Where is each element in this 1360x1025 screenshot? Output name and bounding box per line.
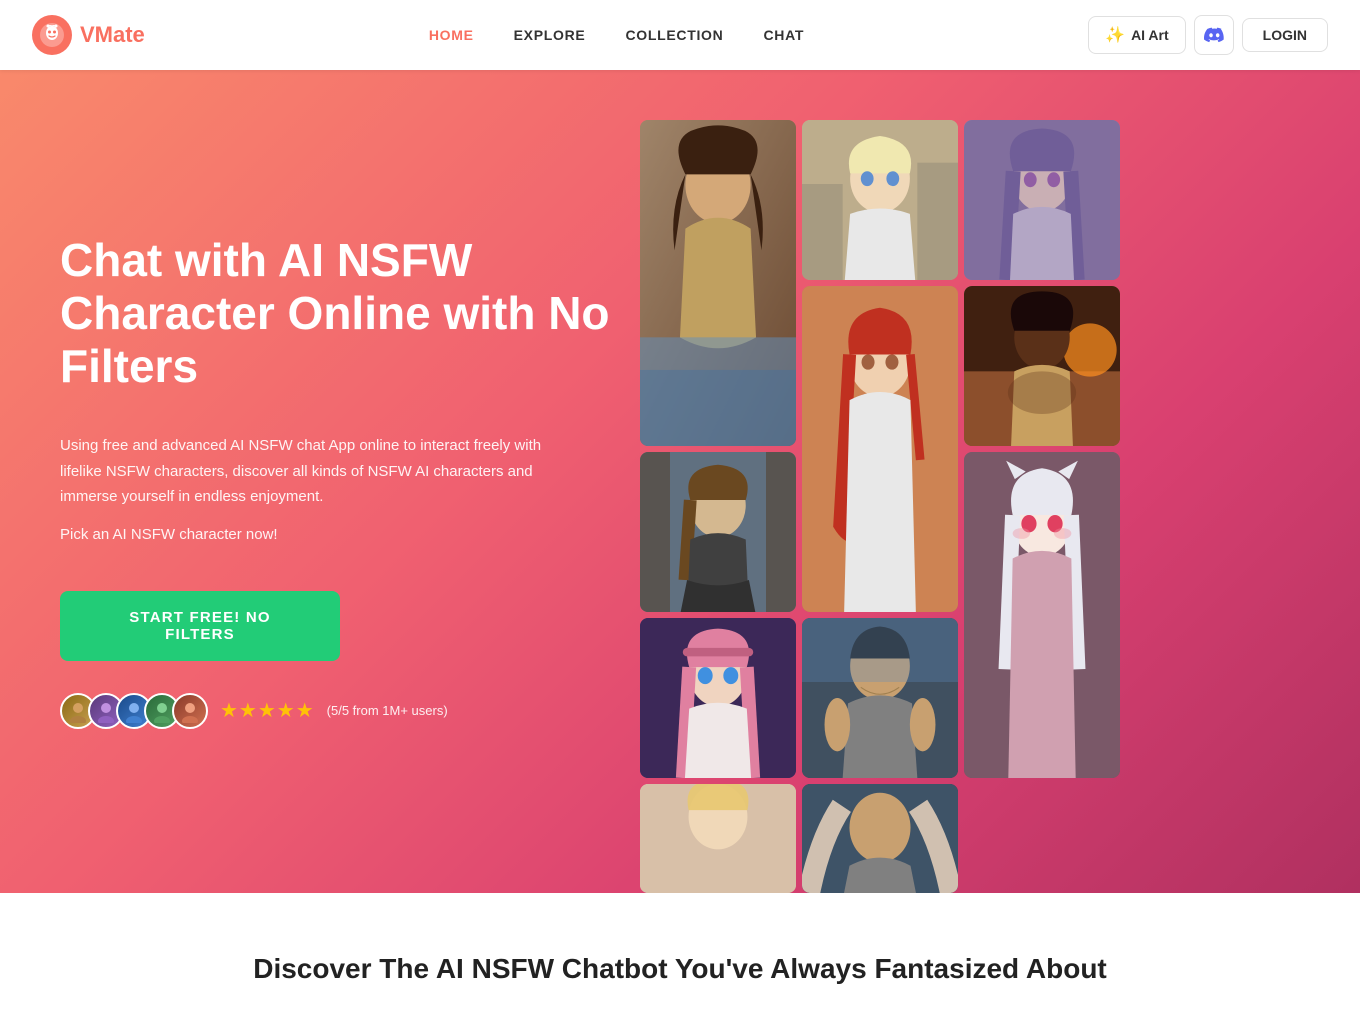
nav-collection[interactable]: COLLECTION: [625, 27, 723, 43]
logo-link[interactable]: VMate: [32, 15, 145, 55]
avatar-stack: [60, 693, 208, 729]
social-proof: ★★★★★ (5/5 from 1M+ users): [60, 693, 640, 729]
start-free-button[interactable]: START FREE! NO FILTERS: [60, 591, 340, 661]
nav-right: ✨ AI Art LOGIN: [1088, 15, 1328, 55]
logo-icon: [32, 15, 72, 55]
hero-pick-text: Pick an AI NSFW character now!: [60, 526, 640, 543]
nav-links: HOME EXPLORE COLLECTION CHAT: [429, 27, 804, 43]
character-image-9[interactable]: [964, 452, 1120, 778]
hero-title: Chat with AI NSFW Character Online with …: [60, 234, 640, 393]
nav-explore[interactable]: EXPLORE: [514, 27, 586, 43]
logo-text: VMate: [80, 22, 145, 48]
hero-image-grid: [640, 120, 1120, 893]
character-image-7[interactable]: [640, 618, 796, 778]
rating-stars: ★★★★★: [220, 698, 315, 723]
character-image-11[interactable]: [802, 784, 958, 893]
character-image-5[interactable]: [802, 286, 958, 612]
avatar-5: [172, 693, 208, 729]
hero-content: Chat with AI NSFW Character Online with …: [60, 130, 640, 893]
login-button[interactable]: LOGIN: [1242, 18, 1328, 52]
bottom-section: Discover The AI NSFW Chatbot You've Alwa…: [0, 893, 1360, 1025]
wand-icon: ✨: [1105, 25, 1125, 45]
character-image-8[interactable]: [802, 618, 958, 778]
ai-art-button[interactable]: ✨ AI Art: [1088, 16, 1186, 54]
character-image-3[interactable]: [964, 120, 1120, 280]
rating-text: (5/5 from 1M+ users): [327, 703, 448, 718]
nav-home[interactable]: HOME: [429, 27, 474, 43]
discord-button[interactable]: [1194, 15, 1234, 55]
nav-chat[interactable]: CHAT: [763, 27, 804, 43]
hero-section: Chat with AI NSFW Character Online with …: [0, 70, 1360, 893]
bottom-title: Discover The AI NSFW Chatbot You've Alwa…: [40, 953, 1320, 985]
character-image-2[interactable]: [802, 120, 958, 280]
hero-description: Using free and advanced AI NSFW chat App…: [60, 433, 560, 510]
character-image-10[interactable]: [640, 784, 796, 893]
character-image-6[interactable]: [964, 286, 1120, 446]
character-image-1[interactable]: [640, 120, 796, 446]
navbar: VMate HOME EXPLORE COLLECTION CHAT ✨ AI …: [0, 0, 1360, 70]
character-image-4[interactable]: [640, 452, 796, 612]
